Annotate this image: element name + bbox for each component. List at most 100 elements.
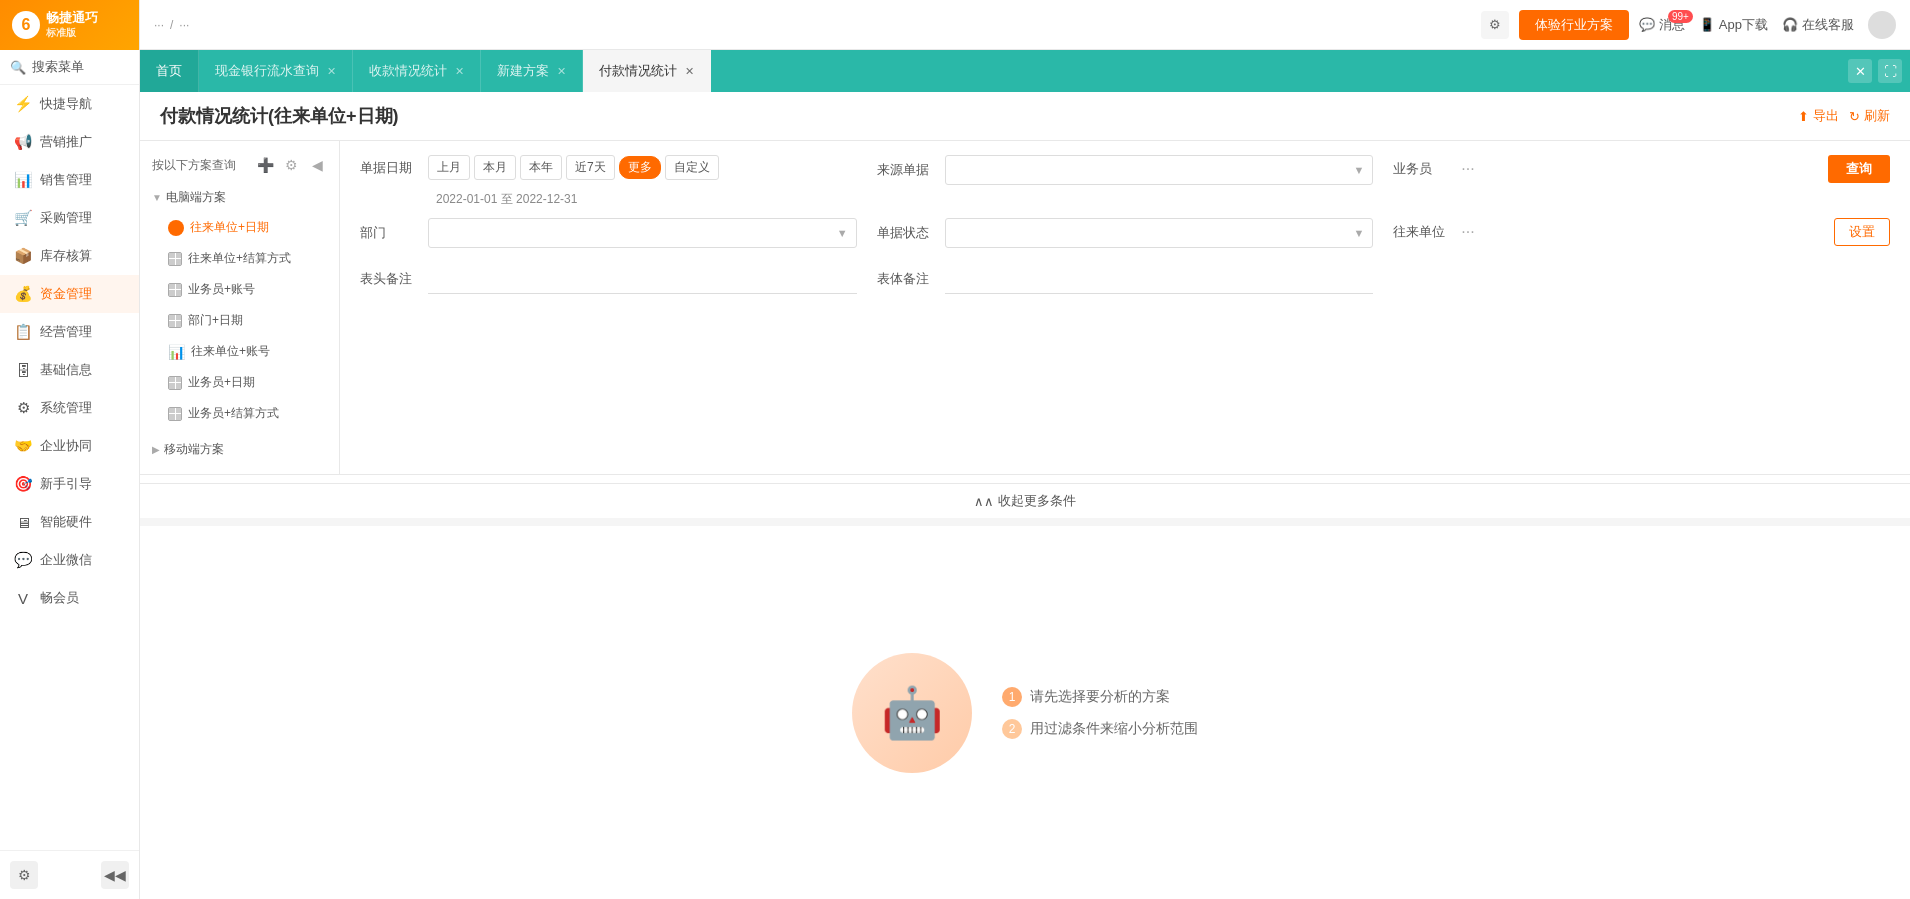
messages-button[interactable]: 💬 消息 99+ <box>1639 16 1685 34</box>
scheme-item-staff-settle[interactable]: 业务员+结算方式 <box>140 398 339 429</box>
filter-row-1: 单据日期 上月 本月 本年 近7天 更多 自定义 来源单据 <box>360 155 1890 185</box>
dept-select[interactable]: ▼ <box>428 218 857 248</box>
sidebar-item-label: 畅会员 <box>40 589 79 607</box>
sidebar-item-basic[interactable]: 🗄 基础信息 <box>0 351 139 389</box>
related-unit-dots-button[interactable]: ··· <box>1461 223 1474 241</box>
sidebar-item-quick-nav[interactable]: ⚡ 快捷导航 <box>0 85 139 123</box>
scheme-settings-button[interactable]: ⚙ <box>281 155 301 175</box>
tab-home[interactable]: 首页 <box>140 50 199 92</box>
tab-home-label: 首页 <box>156 62 182 80</box>
sidebar-item-marketing[interactable]: 📢 营销推广 <box>0 123 139 161</box>
settings-button[interactable]: ⚙ <box>10 861 38 889</box>
refresh-button[interactable]: ↻ 刷新 <box>1849 107 1890 125</box>
tip-text-1: 请先选择要分析的方案 <box>1030 688 1170 706</box>
tab-payment-stats-close[interactable]: ✕ <box>685 65 694 78</box>
scheme-table-icon <box>168 314 182 328</box>
settings-button[interactable]: 设置 <box>1834 218 1890 246</box>
scheme-table-icon <box>168 283 182 297</box>
tab-payment-stats[interactable]: 付款情况统计 ✕ <box>583 50 711 92</box>
date-btn-more[interactable]: 更多 <box>619 156 661 179</box>
scheme-item-dept-date[interactable]: 部门+日期 <box>140 305 339 336</box>
header-note-input[interactable] <box>428 264 857 294</box>
tab-receipt-stats-label: 收款情况统计 <box>369 62 447 80</box>
scheme-collapse-button[interactable]: ◀ <box>307 155 327 175</box>
sidebar-item-sales[interactable]: 📊 销售管理 <box>0 161 139 199</box>
scheme-item-unit-account[interactable]: 📊 往来单位+账号 <box>140 336 339 367</box>
messages-badge: 99+ <box>1668 10 1693 23</box>
tab-fullscreen-button[interactable]: ⛶ <box>1878 59 1902 83</box>
content-area: 付款情况统计(往来单位+日期) ⬆ 导出 ↻ 刷新 按以下方案查询 <box>140 92 1910 899</box>
service-icon: 🎧 <box>1782 17 1798 32</box>
scheme-pc-category[interactable]: ▼ 电脑端方案 <box>140 183 339 212</box>
breadcrumb-item: ··· <box>154 18 164 32</box>
user-avatar[interactable] <box>1868 11 1896 39</box>
search-menu-label: 搜索菜单 <box>32 58 84 76</box>
tab-new-scheme[interactable]: 新建方案 ✕ <box>481 50 583 92</box>
system-icon: ⚙ <box>14 399 32 417</box>
sidebar-item-purchase[interactable]: 🛒 采购管理 <box>0 199 139 237</box>
staff-label: 业务员 <box>1393 160 1453 178</box>
quick-nav-icon: ⚡ <box>14 95 32 113</box>
tab-bank-flow[interactable]: 现金银行流水查询 ✕ <box>199 50 353 92</box>
search-menu[interactable]: 🔍 搜索菜单 <box>0 50 139 85</box>
topbar-gear-button[interactable]: ⚙ <box>1481 11 1509 39</box>
tab-new-scheme-close[interactable]: ✕ <box>557 65 566 78</box>
date-btn-7days[interactable]: 近7天 <box>566 155 615 180</box>
page-actions: ⬆ 导出 ↻ 刷新 <box>1798 107 1890 125</box>
date-btn-this-month[interactable]: 本月 <box>474 155 516 180</box>
scheme-item-label: 往来单位+日期 <box>190 219 269 236</box>
tab-close-all-button[interactable]: ✕ <box>1848 59 1872 83</box>
sidebar-item-system[interactable]: ⚙ 系统管理 <box>0 389 139 427</box>
online-service-button[interactable]: 🎧 在线客服 <box>1782 16 1854 34</box>
refresh-icon: ↻ <box>1849 109 1860 124</box>
date-buttons: 上月 本月 本年 近7天 更多 自定义 <box>428 155 719 180</box>
sidebar-collapse-button[interactable]: ◀◀ <box>101 861 129 889</box>
filter-group-staff: 业务员 ··· 查询 <box>1393 155 1890 183</box>
staff-dots-button[interactable]: ··· <box>1461 160 1474 178</box>
inventory-icon: 📦 <box>14 247 32 265</box>
scheme-query-label: 按以下方案查询 <box>152 157 236 174</box>
scheme-item-label: 往来单位+账号 <box>191 343 270 360</box>
sidebar-item-member[interactable]: V 畅会员 <box>0 579 139 617</box>
scheme-mobile-category[interactable]: ▶ 移动端方案 <box>140 435 339 464</box>
date-btn-last-month[interactable]: 上月 <box>428 155 470 180</box>
scheme-item-unit-settle[interactable]: 往来单位+结算方式 <box>140 243 339 274</box>
source-doc-select[interactable]: ▼ <box>945 155 1374 185</box>
pc-category-arrow: ▼ <box>152 192 162 203</box>
scheme-table-icon <box>168 407 182 421</box>
source-doc-arrow: ▼ <box>1353 164 1364 176</box>
scheme-item-staff-account[interactable]: 业务员+账号 <box>140 274 339 305</box>
sidebar-item-label: 库存核算 <box>40 247 92 265</box>
tab-receipt-stats-close[interactable]: ✕ <box>455 65 464 78</box>
collapse-bar[interactable]: ∧∧ 收起更多条件 <box>140 483 1910 518</box>
export-button[interactable]: ⬆ 导出 <box>1798 107 1839 125</box>
doc-status-select[interactable]: ▼ <box>945 218 1374 248</box>
tab-receipt-stats[interactable]: 收款情况统计 ✕ <box>353 50 481 92</box>
breadcrumb-item: ··· <box>179 18 189 32</box>
date-btn-custom[interactable]: 自定义 <box>665 155 719 180</box>
sidebar-item-enterprise[interactable]: 🤝 企业协同 <box>0 427 139 465</box>
body-note-input[interactable] <box>945 264 1374 294</box>
sidebar-item-operation[interactable]: 📋 经营管理 <box>0 313 139 351</box>
scheme-item-staff-date[interactable]: 业务员+日期 <box>140 367 339 398</box>
scheme-add-button[interactable]: ➕ <box>255 155 275 175</box>
mobile-category-label: 移动端方案 <box>164 441 224 458</box>
hardware-icon: 🖥 <box>14 513 32 531</box>
guide-icon: 🎯 <box>14 475 32 493</box>
sidebar-item-finance[interactable]: 💰 资金管理 <box>0 275 139 313</box>
tab-bank-flow-close[interactable]: ✕ <box>327 65 336 78</box>
tip-number-2: 2 <box>1002 719 1022 739</box>
app-download-button[interactable]: 📱 App下载 <box>1699 16 1768 34</box>
scheme-item-unit-date[interactable]: 往来单位+日期 <box>140 212 339 243</box>
filter-group-doc-status: 单据状态 ▼ <box>877 218 1374 248</box>
sidebar-item-wechat[interactable]: 💬 企业微信 <box>0 541 139 579</box>
sidebar-item-inventory[interactable]: 📦 库存核算 <box>0 237 139 275</box>
sidebar-item-hardware[interactable]: 🖥 智能硬件 <box>0 503 139 541</box>
filter-group-source: 来源单据 ▼ <box>877 155 1374 185</box>
sidebar-item-guide[interactable]: 🎯 新手引导 <box>0 465 139 503</box>
trial-industry-button[interactable]: 体验行业方案 <box>1519 10 1629 40</box>
query-button[interactable]: 查询 <box>1828 155 1890 183</box>
breadcrumb: ··· / ··· <box>154 18 1471 32</box>
sidebar: 6 畅捷通巧 标准版 🔍 搜索菜单 ⚡ 快捷导航 📢 营销推广 📊 销售管理 🛒… <box>0 0 140 899</box>
date-btn-this-year[interactable]: 本年 <box>520 155 562 180</box>
